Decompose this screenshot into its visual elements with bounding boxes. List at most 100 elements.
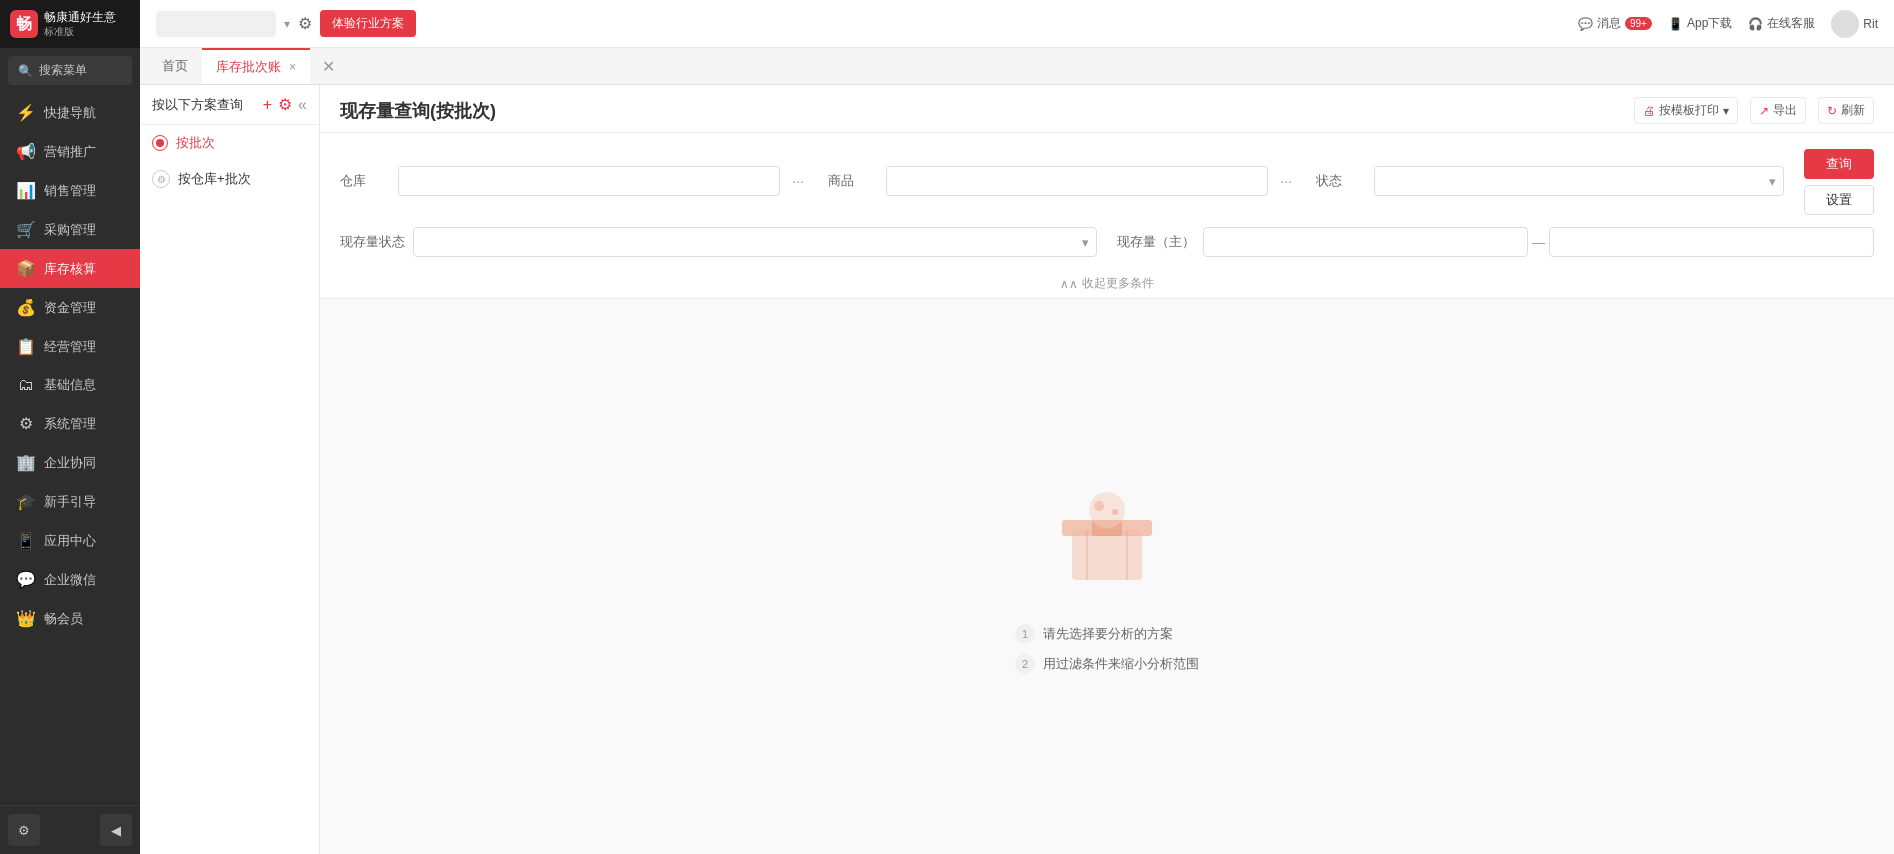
topbar-gear-icon[interactable]: ⚙ bbox=[298, 14, 312, 33]
sidebar-item-newbie[interactable]: 🎓 新手引导 bbox=[0, 482, 140, 521]
collapse-panel-icon[interactable]: « bbox=[298, 96, 307, 114]
search-icon: 🔍 bbox=[18, 64, 33, 78]
empty-step-1: 1 请先选择要分析的方案 bbox=[1015, 624, 1199, 644]
sidebar-item-basic[interactable]: 🗂 基础信息 bbox=[0, 366, 140, 404]
sidebar-item-purchase[interactable]: 🛒 采购管理 bbox=[0, 210, 140, 249]
status-field: 状态 bbox=[1316, 166, 1784, 196]
collapse-up-icon: ∧∧ bbox=[1060, 277, 1078, 291]
content-area: 按以下方案查询 + ⚙ « 按批次 ⚙ 按仓库+批次 现存量查询(按批次) bbox=[140, 85, 1894, 854]
export-button[interactable]: ↗ 导出 bbox=[1750, 97, 1806, 124]
filter-option-batch[interactable]: 按批次 bbox=[140, 125, 319, 161]
newbie-icon: 🎓 bbox=[16, 492, 36, 511]
avatar bbox=[1831, 10, 1859, 38]
finance-icon: 💰 bbox=[16, 298, 36, 317]
inventory-qty-min[interactable] bbox=[1203, 227, 1528, 257]
gear-icon: ⚙ bbox=[18, 823, 30, 838]
marketing-icon: 📢 bbox=[16, 142, 36, 161]
filter-action-buttons: 查询 设置 bbox=[1804, 147, 1874, 215]
purchase-icon: 🛒 bbox=[16, 220, 36, 239]
filter-row-1: 仓库 ··· 商品 ··· 状态 bbox=[340, 147, 1874, 215]
inventory-status-field: 现存量状态 bbox=[340, 227, 1097, 257]
inventory-status-select-wrap bbox=[413, 227, 1097, 257]
refresh-button[interactable]: ↻ 刷新 bbox=[1818, 97, 1874, 124]
main-area: ▾ ⚙ 体验行业方案 💬 消息 99+ 📱 App下载 🎧 在线客服 Rit bbox=[140, 0, 1894, 854]
svg-point-5 bbox=[1112, 509, 1118, 515]
chevron-down-icon[interactable]: ▾ bbox=[284, 17, 290, 31]
wechat-icon: 💬 bbox=[16, 570, 36, 589]
query-header-actions: 🖨 按模板打印 ▾ ↗ 导出 ↻ 刷新 bbox=[1634, 97, 1874, 124]
warehouse-input[interactable] bbox=[398, 166, 780, 196]
tab-inventory-batch[interactable]: 库存批次账 × bbox=[202, 48, 310, 84]
filter-panel-header: 按以下方案查询 + ⚙ « bbox=[140, 85, 319, 125]
inventory-qty-range: — bbox=[1203, 227, 1874, 257]
user-profile-button[interactable]: Rit bbox=[1831, 10, 1878, 38]
topbar: ▾ ⚙ 体验行业方案 💬 消息 99+ 📱 App下载 🎧 在线客服 Rit bbox=[140, 0, 1894, 48]
print-dropdown-icon[interactable]: ▾ bbox=[1723, 104, 1729, 118]
sidebar-search[interactable]: 🔍 搜索菜单 bbox=[8, 56, 132, 85]
scheme-settings-icon[interactable]: ⚙ bbox=[278, 95, 292, 114]
query-header: 现存量查询(按批次) 🖨 按模板打印 ▾ ↗ 导出 ↻ 刷新 bbox=[320, 85, 1894, 133]
radio-active-icon bbox=[152, 135, 168, 151]
appstore-icon: 📱 bbox=[16, 531, 36, 550]
inventory-status-select[interactable] bbox=[413, 227, 1097, 257]
svg-point-3 bbox=[1089, 492, 1125, 528]
topbar-search-box[interactable] bbox=[156, 11, 276, 37]
settings-button[interactable]: ⚙ bbox=[8, 814, 40, 846]
status-select-wrap bbox=[1374, 166, 1784, 196]
sidebar-nav: ⚡ 快捷导航 📢 营销推广 📊 销售管理 🛒 采购管理 📦 库存核算 💰 资金管… bbox=[0, 93, 140, 805]
warehouse-field: 仓库 ··· bbox=[340, 166, 808, 196]
product-field: 商品 ··· bbox=[828, 166, 1296, 196]
add-scheme-button[interactable]: + bbox=[263, 96, 272, 114]
empty-step-2: 2 用过滤条件来缩小分析范围 bbox=[1015, 654, 1199, 674]
sidebar-item-appstore[interactable]: 📱 应用中心 bbox=[0, 521, 140, 560]
app-download-button[interactable]: 📱 App下载 bbox=[1668, 15, 1732, 32]
online-service-button[interactable]: 🎧 在线客服 bbox=[1748, 15, 1815, 32]
result-area: 1 请先选择要分析的方案 2 用过滤条件来缩小分析范围 bbox=[320, 299, 1894, 854]
status-select[interactable] bbox=[1374, 166, 1784, 196]
sidebar-item-operation[interactable]: 📋 经营管理 bbox=[0, 327, 140, 366]
sidebar-item-marketing[interactable]: 📢 营销推广 bbox=[0, 132, 140, 171]
filter-panel-actions: + ⚙ « bbox=[263, 95, 307, 114]
page-title: 现存量查询(按批次) bbox=[340, 99, 496, 123]
collapse-more-conditions[interactable]: ∧∧ 收起更多条件 bbox=[340, 269, 1874, 298]
export-icon: ↗ bbox=[1759, 104, 1769, 118]
svg-rect-0 bbox=[1072, 530, 1142, 580]
sidebar-item-sales[interactable]: 📊 销售管理 bbox=[0, 171, 140, 210]
inventory-qty-field: 现存量（主） — bbox=[1117, 227, 1874, 257]
filter-panel: 按以下方案查询 + ⚙ « 按批次 ⚙ 按仓库+批次 bbox=[140, 85, 320, 854]
inventory-qty-max[interactable] bbox=[1549, 227, 1874, 257]
warehouse-dots[interactable]: ··· bbox=[788, 173, 808, 189]
sidebar-item-inventory[interactable]: 📦 库存核算 bbox=[0, 249, 140, 288]
tab-home[interactable]: 首页 bbox=[148, 49, 202, 83]
topbar-left: ▾ ⚙ 体验行业方案 bbox=[156, 10, 1570, 37]
industry-solution-button[interactable]: 体验行业方案 bbox=[320, 10, 416, 37]
filter-row-2: 现存量状态 现存量（主） — bbox=[340, 227, 1874, 257]
refresh-icon: ↻ bbox=[1827, 104, 1837, 118]
sidebar-item-finance[interactable]: 💰 资金管理 bbox=[0, 288, 140, 327]
sidebar-item-enterprise[interactable]: 🏢 企业协同 bbox=[0, 443, 140, 482]
message-icon: 💬 bbox=[1578, 17, 1593, 31]
empty-steps: 1 请先选择要分析的方案 2 用过滤条件来缩小分析范围 bbox=[1015, 624, 1199, 674]
close-panel-icon[interactable]: ✕ bbox=[322, 57, 335, 76]
messages-button[interactable]: 💬 消息 99+ bbox=[1578, 15, 1652, 32]
product-input[interactable] bbox=[886, 166, 1268, 196]
sidebar-item-wechat[interactable]: 💬 企业微信 bbox=[0, 560, 140, 599]
enterprise-icon: 🏢 bbox=[16, 453, 36, 472]
sidebar-item-vip[interactable]: 👑 畅会员 bbox=[0, 599, 140, 638]
collapse-sidebar-button[interactable]: ◀ bbox=[100, 814, 132, 846]
phone-icon: 📱 bbox=[1668, 17, 1683, 31]
settings-button[interactable]: 设置 bbox=[1804, 185, 1874, 215]
operation-icon: 📋 bbox=[16, 337, 36, 356]
print-button[interactable]: 🖨 按模板打印 ▾ bbox=[1634, 97, 1738, 124]
sidebar-item-system[interactable]: ⚙ 系统管理 bbox=[0, 404, 140, 443]
sidebar: 畅 畅康通好生意 标准版 🔍 搜索菜单 ⚡ 快捷导航 📢 营销推广 📊 销售管理… bbox=[0, 0, 140, 854]
query-button[interactable]: 查询 bbox=[1804, 149, 1874, 179]
sidebar-item-shortcut[interactable]: ⚡ 快捷导航 bbox=[0, 93, 140, 132]
sidebar-brand: 畅康通好生意 标准版 bbox=[44, 10, 116, 39]
headset-icon: 🎧 bbox=[1748, 17, 1763, 31]
tab-close-icon[interactable]: × bbox=[289, 60, 296, 74]
filter-option-warehouse-batch[interactable]: ⚙ 按仓库+批次 bbox=[140, 161, 319, 197]
product-dots[interactable]: ··· bbox=[1276, 173, 1296, 189]
query-area: 现存量查询(按批次) 🖨 按模板打印 ▾ ↗ 导出 ↻ 刷新 bbox=[320, 85, 1894, 854]
tabs-bar: 首页 库存批次账 × ✕ bbox=[140, 48, 1894, 85]
